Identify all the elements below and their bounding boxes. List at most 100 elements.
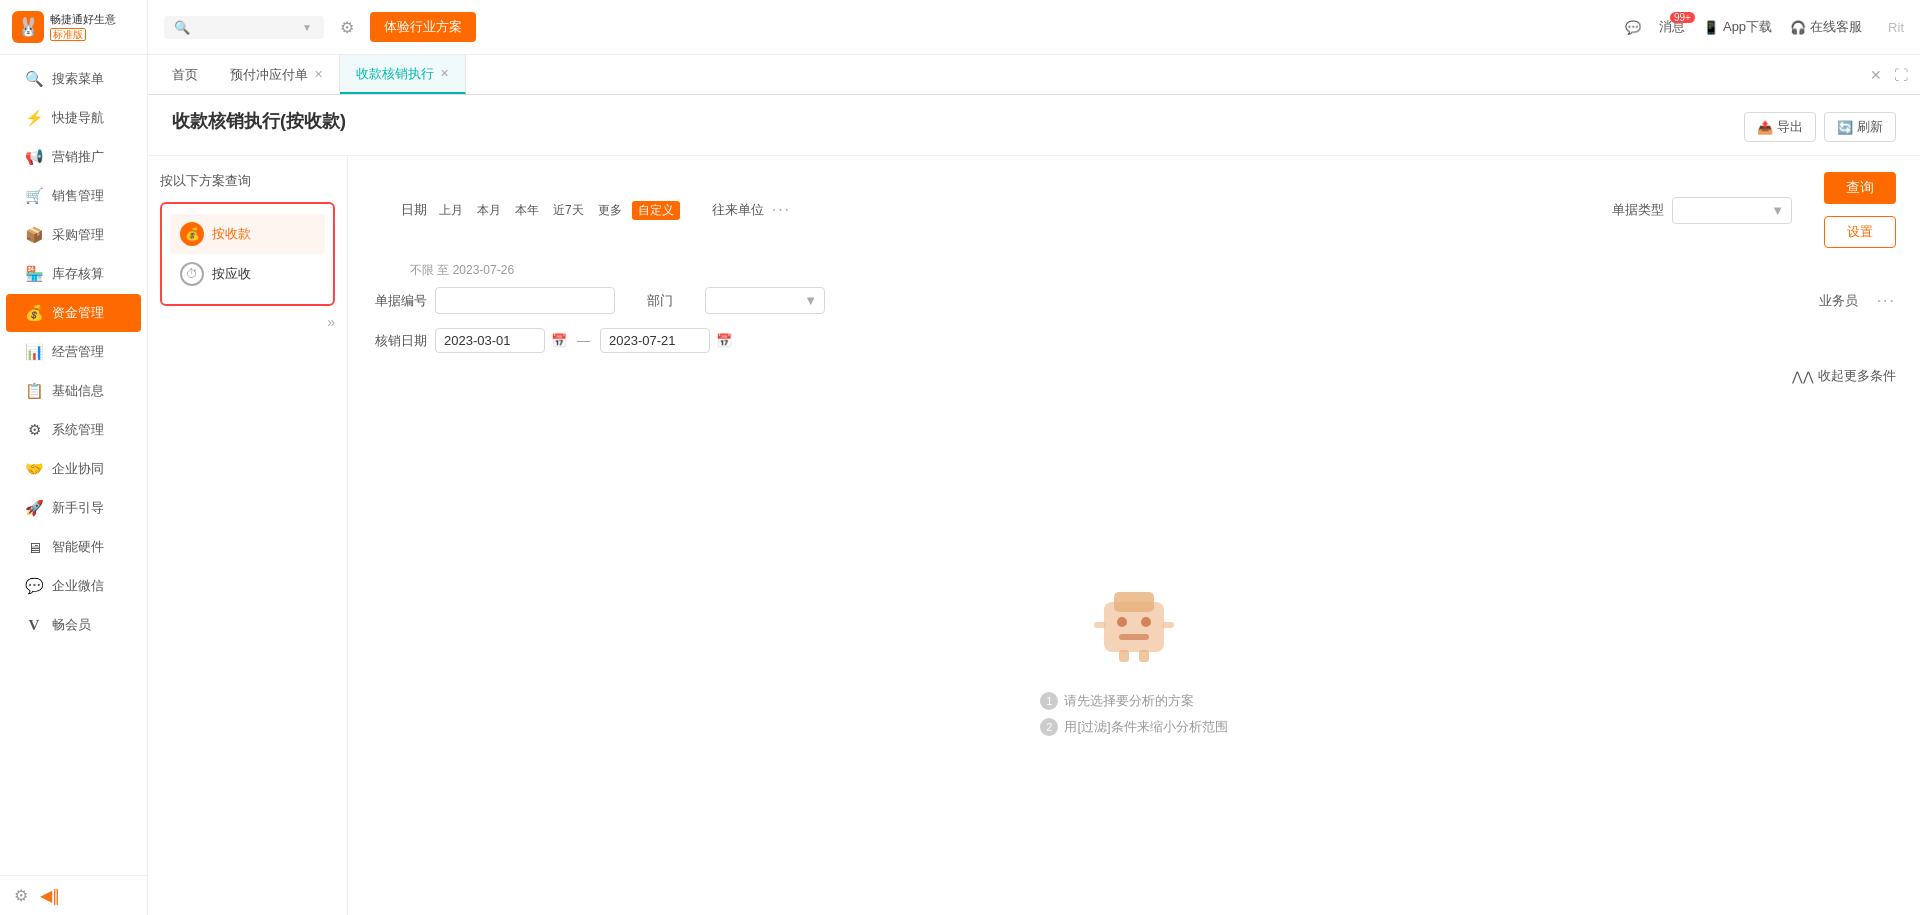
svg-rect-6 [1162, 622, 1174, 628]
sidebar-item-sales[interactable]: 🛒 销售管理 [6, 177, 141, 215]
app-download-btn[interactable]: 📱 App下载 [1703, 18, 1772, 36]
sidebar-item-finance[interactable]: 💰 资金管理 [6, 294, 141, 332]
sidebar-menu: 🔍 搜索菜单 ⚡ 快捷导航 📢 营销推广 🛒 销售管理 📦 采购管理 🏪 库存核… [0, 55, 147, 875]
page-top-actions: 📤 导出 🔄 刷新 [1744, 112, 1896, 142]
date-nolimit: 不限 至 2023-07-26 [410, 262, 1896, 279]
tab-verify[interactable]: 收款核销执行 ✕ [340, 55, 466, 94]
sidebar-item-search[interactable]: 🔍 搜索菜单 [6, 60, 141, 98]
filter-by-receivable[interactable]: ⏱ 按应收 [170, 254, 325, 294]
filter-receipt-icon: 💰 [180, 222, 204, 246]
svg-rect-4 [1119, 634, 1149, 640]
verify-date-end-calendar-icon[interactable]: 📅 [716, 333, 732, 348]
verify-date-end[interactable]: 2023-07-21 [600, 328, 710, 353]
filter-panel-title: 按以下方案查询 [160, 172, 335, 190]
sidebar-item-hardware[interactable]: 🖥 智能硬件 [6, 528, 141, 566]
empty-illustration [1084, 572, 1184, 672]
filter-by-receipt[interactable]: 💰 按收款 [170, 214, 325, 254]
verify-date-start-calendar-icon[interactable]: 📅 [551, 333, 567, 348]
dept-label: 部门 [647, 292, 697, 310]
sidebar-item-guide[interactable]: 🚀 新手引导 [6, 489, 141, 527]
service-icon: 🎧 [1790, 20, 1806, 35]
setting-button[interactable]: 设置 [1824, 216, 1896, 248]
topbar-search-bar[interactable]: 🔍 ▼ [164, 16, 324, 39]
dept-select[interactable] [705, 287, 825, 314]
partner-dots[interactable]: ··· [772, 201, 791, 219]
sidebar-item-inventory[interactable]: 🏪 库存核算 [6, 255, 141, 293]
sidebar-item-marketing[interactable]: 📢 营销推广 [6, 138, 141, 176]
hint-text-1: 请先选择要分析的方案 [1064, 692, 1194, 710]
tab-verify-close[interactable]: ✕ [440, 67, 449, 80]
refresh-button[interactable]: 🔄 刷新 [1824, 112, 1896, 142]
svg-rect-1 [1114, 592, 1154, 612]
hardware-icon: 🖥 [24, 539, 44, 556]
message-badge: 99+ [1670, 12, 1695, 23]
form-row-1: 日期 上月 本月 本年 近7天 更多 自定义 [372, 172, 1896, 248]
sidebar-item-system[interactable]: ⚙ 系统管理 [6, 411, 141, 449]
hint-row-1: 1 请先选择要分析的方案 [1040, 692, 1227, 710]
marketing-icon: 📢 [24, 148, 44, 166]
tab-prepay-close[interactable]: ✕ [314, 68, 323, 81]
settings-bottom-icon[interactable]: ⚙ [14, 886, 28, 905]
right-content: 收款核销执行(按收款) 📤 导出 🔄 刷新 按以下方案查询 [148, 95, 1920, 915]
partner-label: 往来单位 [712, 201, 764, 219]
sidebar-item-quicknav[interactable]: ⚡ 快捷导航 [6, 99, 141, 137]
sidebar-logo: 🐰 畅捷通好生意 标准版 [0, 0, 147, 55]
tab-home[interactable]: 首页 [156, 55, 214, 94]
industry-solution-button[interactable]: 体验行业方案 [370, 12, 476, 42]
sidebar-item-wechat[interactable]: 💬 企业微信 [6, 567, 141, 605]
sidebar-item-member[interactable]: V 畅会员 [6, 606, 141, 644]
sidebar-item-operations[interactable]: 📊 经营管理 [6, 333, 141, 371]
action-buttons: 查询 设置 [1824, 172, 1896, 248]
date-more[interactable]: 更多 [594, 200, 626, 221]
online-service-btn[interactable]: 🎧 在线客服 [1790, 18, 1862, 36]
finance-icon: 💰 [24, 304, 44, 322]
tabbar: 首页 预付冲应付单 ✕ 收款核销执行 ✕ ✕ ⛶ [148, 55, 1920, 95]
staff-cell: 业务员 ··· [1819, 292, 1896, 310]
quicknav-icon: ⚡ [24, 109, 44, 127]
bill-no-input[interactable] [435, 287, 615, 314]
search-icon: 🔍 [24, 70, 44, 88]
tab-close-icon[interactable]: ✕ [1870, 67, 1882, 83]
wechat-icon: 💬 [24, 577, 44, 595]
hint-text-2: 用[过滤]条件来缩小分析范围 [1064, 718, 1227, 736]
collapse-up-icon: ⋀⋀ [1792, 369, 1814, 384]
verify-date-start[interactable]: 2023-03-01 [435, 328, 545, 353]
collapse-more-btn[interactable]: ⋀⋀ 收起更多条件 [372, 367, 1896, 385]
svg-point-2 [1117, 617, 1127, 627]
date-label: 日期 [372, 201, 427, 219]
sidebar-item-purchase[interactable]: 📦 采购管理 [6, 216, 141, 254]
export-button[interactable]: 📤 导出 [1744, 112, 1816, 142]
tab-expand-icon[interactable]: ⛶ [1894, 67, 1908, 83]
search-form: 日期 上月 本月 本年 近7天 更多 自定义 [348, 156, 1920, 393]
sidebar-item-basic[interactable]: 📋 基础信息 [6, 372, 141, 410]
topbar-gear-icon[interactable]: ⚙ [340, 18, 354, 37]
date-last-month[interactable]: 上月 [435, 200, 467, 221]
chevron-left-icon: » [327, 314, 335, 330]
hint-num-1: 1 [1040, 692, 1058, 710]
collapse-sidebar-btn[interactable]: ◀‖ [40, 886, 60, 905]
username-display: Rit [1888, 20, 1904, 35]
date-this-month[interactable]: 本月 [473, 200, 505, 221]
topbar-search-input[interactable] [196, 20, 296, 35]
tab-prepay[interactable]: 预付冲应付单 ✕ [214, 55, 340, 94]
date-7days[interactable]: 近7天 [549, 200, 588, 221]
topbar-search-icon: 🔍 [174, 20, 190, 35]
sidebar-item-collab[interactable]: 🤝 企业协同 [6, 450, 141, 488]
topbar-search-arrow[interactable]: ▼ [302, 22, 312, 33]
collapse-filter-btn[interactable]: » [160, 314, 335, 330]
empty-state: 1 请先选择要分析的方案 2 用[过滤]条件来缩小分析范围 [348, 393, 1920, 915]
message-btn[interactable]: 💬 99+ 消息 [1625, 18, 1685, 36]
bill-type-label: 单据类型 [1612, 201, 1664, 219]
query-button[interactable]: 查询 [1824, 172, 1896, 204]
partner-cell: 往来单位 ··· [712, 201, 1596, 219]
hint-num-2: 2 [1040, 718, 1058, 736]
date-quick-buttons: 上月 本月 本年 近7天 更多 自定义 [435, 200, 680, 221]
basic-icon: 📋 [24, 382, 44, 400]
bill-type-select[interactable] [1672, 197, 1792, 224]
bill-type-cell: 单据类型 ▼ [1612, 197, 1792, 224]
staff-dots[interactable]: ··· [1877, 292, 1896, 310]
logo-tag: 标准版 [50, 28, 86, 41]
date-this-year[interactable]: 本年 [511, 200, 543, 221]
guide-icon: 🚀 [24, 499, 44, 517]
date-custom-tag[interactable]: 自定义 [632, 201, 680, 220]
